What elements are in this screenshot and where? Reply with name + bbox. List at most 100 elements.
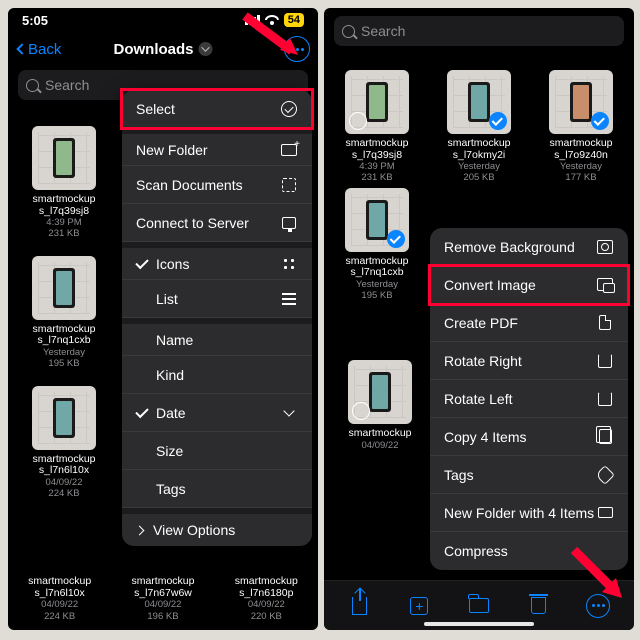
duplicate-button[interactable] (406, 593, 432, 619)
search-icon (342, 25, 355, 38)
selection-ring-icon (349, 112, 367, 130)
search-placeholder: Search (361, 23, 405, 39)
file-item[interactable]: smartmockup s_l7nq1cxbYesterday195 KB (328, 186, 426, 304)
file-size: 196 KB (147, 611, 178, 622)
rotate-right-icon (598, 354, 612, 368)
menu-item-name[interactable]: Name (122, 318, 312, 356)
menu-label: Copy 4 Items (444, 429, 526, 445)
delete-button[interactable] (526, 593, 552, 619)
file-date: Yesterday (458, 161, 500, 172)
phone-left: 5:05 54 Back Downloads Search smartmocku… (8, 8, 318, 630)
title-text: Downloads (113, 41, 193, 58)
share-button[interactable] (347, 593, 373, 619)
menu-item-kind[interactable]: Kind (122, 356, 312, 394)
menu-item-new-folder[interactable]: New Folder (122, 128, 312, 166)
file-column: smartmockup04/09/22 (330, 358, 430, 453)
file-name: smartmockup s_l7n6l10x (20, 454, 108, 477)
menu-item-list[interactable]: List (122, 280, 312, 318)
copy-icon (599, 429, 612, 444)
file-item[interactable]: smartmockup s_l7n6l10x04/09/22224 KB (14, 384, 114, 502)
phone-right: Search smartmockup s_l7q39sj84:39 PM231 … (324, 8, 634, 630)
list-icon (282, 293, 296, 305)
file-size: 195 KB (48, 358, 79, 369)
search-input[interactable]: Search (334, 16, 624, 46)
image-stack-icon (597, 278, 613, 291)
file-item[interactable]: smartmockup s_l7q39sj84:39 PM231 KB (328, 68, 426, 186)
file-item[interactable]: smartmockup s_l7o9z40nYesterday177 KB (532, 68, 630, 186)
file-size: 231 KB (48, 228, 79, 239)
menu-item-view-options[interactable]: View Options (122, 508, 312, 546)
file-row-bottom: smartmockup s_l7n6l10x04/09/22224 KB sma… (8, 574, 318, 624)
menu-item-tags[interactable]: Tags (122, 470, 312, 508)
file-date: 04/09/22 (144, 599, 181, 610)
rotate-left-icon (598, 392, 612, 406)
menu-item-rotate-right[interactable]: Rotate Right (430, 342, 628, 380)
search-placeholder: Search (45, 77, 89, 93)
page-title[interactable]: Downloads (113, 41, 212, 58)
menu-label: New Folder with 4 Items (444, 505, 594, 521)
server-icon (282, 217, 296, 229)
circle-check-icon (281, 101, 297, 117)
file-size: 224 KB (48, 488, 79, 499)
menu-item-rotate-left[interactable]: Rotate Left (430, 380, 628, 418)
menu-item-select[interactable]: Select (122, 90, 312, 128)
file-item[interactable]: smartmockup s_l7n67w6w04/09/22196 KB (117, 574, 209, 624)
menu-item-connect-server[interactable]: Connect to Server (122, 204, 312, 242)
file-item[interactable]: smartmockup s_l7n6180p04/09/22220 KB (220, 574, 312, 624)
menu-label: Size (156, 443, 183, 459)
menu-item-tags[interactable]: Tags (430, 456, 628, 494)
menu-label: Tags (156, 481, 186, 497)
back-label: Back (28, 41, 61, 58)
file-date: Yesterday (560, 161, 602, 172)
file-name: smartmockup s_l7q39sj8 (20, 194, 108, 217)
folder-icon (598, 507, 613, 518)
menu-item-date[interactable]: Date (122, 394, 312, 432)
file-name: smartmockup s_l7n6180p (222, 576, 310, 599)
file-name: smartmockup s_l7nq1cxb (333, 256, 421, 279)
file-item[interactable]: smartmockup s_l7q39sj84:39 PM231 KB (14, 124, 114, 242)
menu-item-icons[interactable]: Icons (122, 242, 312, 280)
menu-label: Remove Background (444, 239, 575, 255)
file-item[interactable]: smartmockup04/09/22 (330, 358, 430, 453)
file-item[interactable]: smartmockup s_l7nq1cxbYesterday195 KB (14, 254, 114, 372)
menu-item-remove-background[interactable]: Remove Background (430, 228, 628, 266)
check-icon (135, 255, 148, 268)
file-item[interactable]: smartmockup s_l7okmy2iYesterday205 KB (430, 68, 528, 186)
menu-label: List (156, 291, 178, 307)
file-date: 4:39 PM (46, 217, 81, 228)
menu-label: Icons (156, 256, 189, 272)
menu-label: Convert Image (444, 277, 536, 293)
folder-plus-icon (281, 144, 297, 156)
menu-label: View Options (153, 522, 235, 538)
file-name: smartmockup (336, 428, 424, 440)
file-date: 04/09/22 (41, 599, 78, 610)
home-indicator (424, 622, 534, 626)
menu-label: Tags (444, 467, 474, 483)
remove-bg-icon (597, 240, 613, 254)
checkmark-icon (387, 230, 405, 248)
menu-label: Rotate Left (444, 391, 513, 407)
menu-item-copy[interactable]: Copy 4 Items (430, 418, 628, 456)
selection-ring-icon (352, 402, 370, 420)
context-menu: Remove Background Convert Image Create P… (430, 228, 628, 570)
menu-label: Compress (444, 543, 508, 559)
file-size: 177 KB (565, 172, 596, 183)
menu-item-create-pdf[interactable]: Create PDF (430, 304, 628, 342)
menu-item-new-folder-items[interactable]: New Folder with 4 Items (430, 494, 628, 532)
chevron-down-icon (283, 405, 294, 416)
menu-label: Select (136, 101, 175, 117)
move-button[interactable] (466, 593, 492, 619)
back-button[interactable]: Back (18, 41, 61, 58)
menu-label: Connect to Server (136, 215, 249, 231)
menu-label: Name (156, 332, 193, 348)
file-size: 231 KB (361, 172, 392, 183)
file-item[interactable]: smartmockup s_l7n6l10x04/09/22224 KB (14, 574, 106, 624)
menu-item-size[interactable]: Size (122, 432, 312, 470)
menu-label: New Folder (136, 142, 208, 158)
menu-label: Scan Documents (136, 177, 243, 193)
file-date: 04/09/22 (46, 477, 83, 488)
menu-item-scan[interactable]: Scan Documents (122, 166, 312, 204)
folder-icon (469, 598, 489, 613)
menu-item-convert-image[interactable]: Convert Image (430, 266, 628, 304)
file-size: 195 KB (361, 290, 392, 301)
